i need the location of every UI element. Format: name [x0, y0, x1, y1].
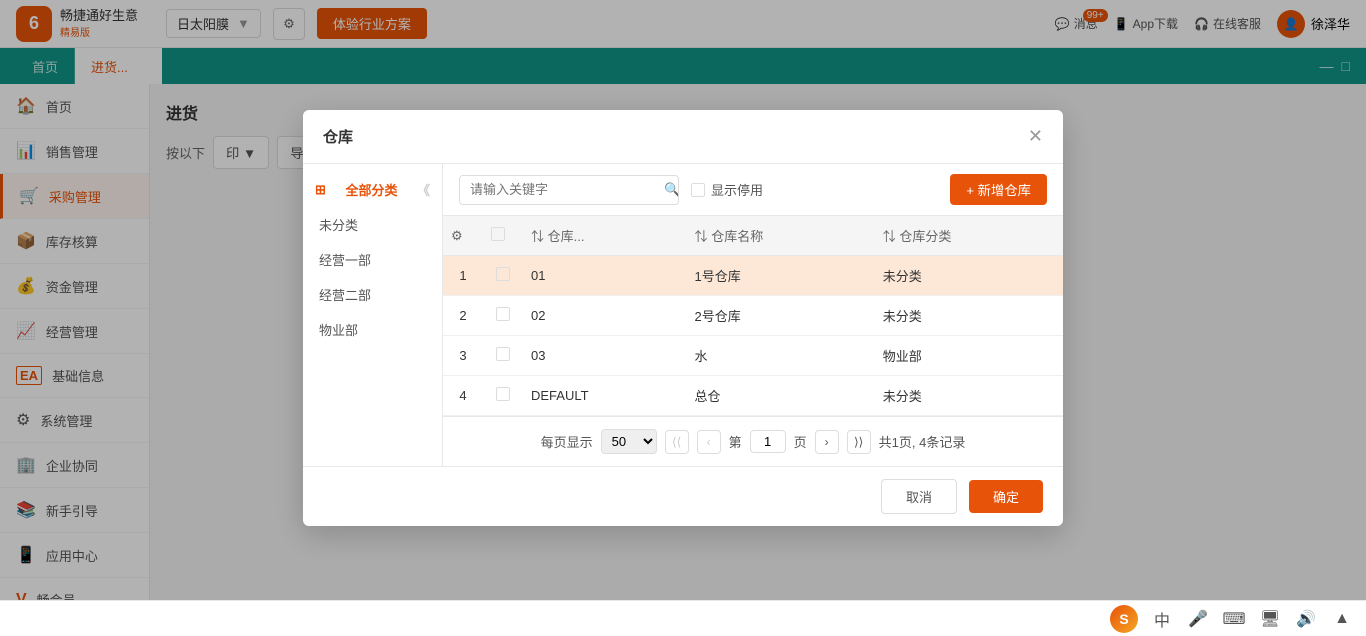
th-name: ⇅ 仓库名称: [687, 216, 875, 256]
pagination: 每页显示 50 100 200 ⟨⟨ ‹ 第 页 › ⟩⟩ 共1页, 4条记录: [443, 416, 1063, 466]
collapse-icon: 《: [417, 180, 430, 199]
table-row[interactable]: 1 01 1号仓库 未分类: [443, 256, 1063, 296]
search-button[interactable]: 🔍: [656, 176, 679, 204]
page-next-button[interactable]: ›: [815, 430, 839, 454]
table-row[interactable]: 4 DEFAULT 总仓 未分类: [443, 376, 1063, 416]
search-input[interactable]: [460, 176, 656, 203]
bottom-more-icon[interactable]: ▲: [1330, 607, 1354, 631]
category-all[interactable]: ⊞ 全部分类 《: [303, 172, 442, 207]
bottom-keyboard-icon[interactable]: ⌨: [1222, 607, 1246, 631]
sort-icon2: ⇅: [695, 229, 708, 244]
row-code: 02: [523, 296, 687, 336]
per-page-label: 每页显示: [541, 432, 593, 451]
row-check[interactable]: [496, 267, 510, 281]
per-page-select[interactable]: 50 100 200: [601, 429, 657, 454]
modal-overlay: 仓库 ✕ ⊞ 全部分类 《 未分类 经营一部 经营二部 物业部: [0, 0, 1366, 636]
modal-warehouse: 仓库 ✕ ⊞ 全部分类 《 未分类 经营一部 经营二部 物业部: [303, 110, 1063, 526]
modal-header: 仓库 ✕: [303, 110, 1063, 164]
th-category: ⇅ 仓库分类: [875, 216, 1063, 256]
search-input-wrap: 🔍: [459, 175, 679, 205]
total-info: 共1页, 4条记录: [879, 432, 966, 451]
category-dept2[interactable]: 经营二部: [303, 277, 442, 312]
category-panel: ⊞ 全部分类 《 未分类 经营一部 经营二部 物业部: [303, 164, 443, 466]
th-settings[interactable]: ⚙: [443, 216, 483, 256]
bottom-volume-icon[interactable]: 🔊: [1294, 607, 1318, 631]
category-unclassified[interactable]: 未分类: [303, 207, 442, 242]
category-all-label: 全部分类: [345, 180, 397, 199]
row-category: 未分类: [875, 376, 1063, 416]
modal-title: 仓库: [323, 126, 353, 147]
page-input[interactable]: [750, 430, 786, 453]
warehouse-table: ⚙ ⇅ 仓库... ⇅ 仓库名称: [443, 216, 1063, 416]
add-warehouse-button[interactable]: + 新增仓库: [950, 174, 1047, 205]
s-logo: S: [1110, 605, 1138, 633]
page-unit: 页: [794, 432, 807, 451]
row-no: 4: [443, 376, 483, 416]
bottom-display-icon[interactable]: 🖥: [1258, 607, 1282, 631]
th-code: ⇅ 仓库...: [523, 216, 687, 256]
row-check[interactable]: [496, 307, 510, 321]
modal-close-button[interactable]: ✕: [1028, 126, 1043, 147]
page-last-button[interactable]: ⟩⟩: [847, 430, 871, 454]
category-dept1[interactable]: 经营一部: [303, 242, 442, 277]
table-scroll: ⚙ ⇅ 仓库... ⇅ 仓库名称: [443, 216, 1063, 416]
table-header-row: ⚙ ⇅ 仓库... ⇅ 仓库名称: [443, 216, 1063, 256]
row-code: DEFAULT: [523, 376, 687, 416]
row-category: 未分类: [875, 256, 1063, 296]
show-disabled-label[interactable]: 显示停用: [691, 180, 763, 199]
row-code: 03: [523, 336, 687, 376]
row-no: 3: [443, 336, 483, 376]
show-disabled-text: 显示停用: [711, 180, 763, 199]
category-property[interactable]: 物业部: [303, 312, 442, 347]
row-category: 物业部: [875, 336, 1063, 376]
row-code: 01: [523, 256, 687, 296]
show-disabled-checkbox[interactable]: [691, 183, 705, 197]
table-toolbar: 🔍 显示停用 + 新增仓库: [443, 164, 1063, 216]
th-checkbox: [483, 216, 523, 256]
row-name: 1号仓库: [687, 256, 875, 296]
table-row[interactable]: 3 03 水 物业部: [443, 336, 1063, 376]
row-no: 1: [443, 256, 483, 296]
header-checkbox[interactable]: [491, 227, 505, 241]
table-panel: 🔍 显示停用 + 新增仓库 ⚙: [443, 164, 1063, 466]
row-name: 总仓: [687, 376, 875, 416]
row-no: 2: [443, 296, 483, 336]
row-category: 未分类: [875, 296, 1063, 336]
page-first-button[interactable]: ⟨⟨: [665, 430, 689, 454]
page-prev-button[interactable]: ‹: [697, 430, 721, 454]
grid-icon: ⊞: [315, 182, 326, 198]
row-checkbox[interactable]: [483, 376, 523, 416]
row-checkbox[interactable]: [483, 336, 523, 376]
cancel-button[interactable]: 取消: [881, 479, 957, 514]
row-name: 2号仓库: [687, 296, 875, 336]
table-row[interactable]: 2 02 2号仓库 未分类: [443, 296, 1063, 336]
row-checkbox[interactable]: [483, 296, 523, 336]
confirm-button[interactable]: 确定: [969, 480, 1043, 513]
bottom-cn-label[interactable]: 中: [1150, 607, 1174, 631]
row-name: 水: [687, 336, 875, 376]
sort-icon: ⇅: [531, 229, 544, 244]
row-check[interactable]: [496, 387, 510, 401]
row-check[interactable]: [496, 347, 510, 361]
sort-icon3: ⇅: [883, 229, 896, 244]
modal-footer: 取消 确定: [303, 466, 1063, 526]
bottom-mic-icon[interactable]: 🎤: [1186, 607, 1210, 631]
bottom-bar: S 中 🎤 ⌨ 🖥 🔊 ▲: [0, 600, 1366, 636]
row-checkbox[interactable]: [483, 256, 523, 296]
modal-body: ⊞ 全部分类 《 未分类 经营一部 经营二部 物业部 🔍: [303, 164, 1063, 466]
page-label: 第: [729, 432, 742, 451]
